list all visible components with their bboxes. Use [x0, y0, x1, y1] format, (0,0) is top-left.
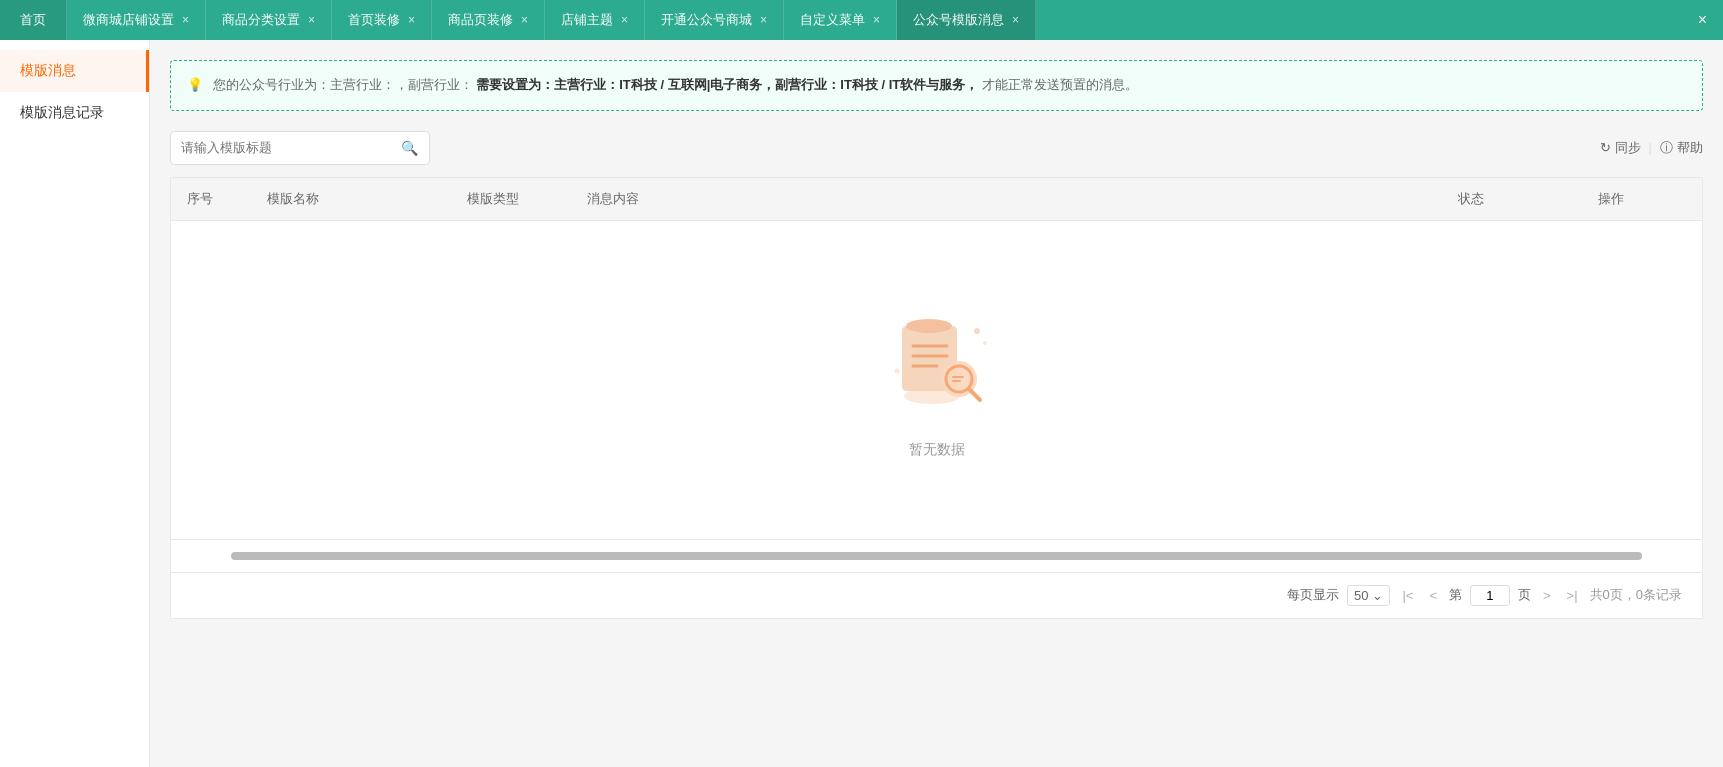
- total-info: 共0页，0条记录: [1590, 586, 1682, 604]
- main-layout: 模版消息 模版消息记录 💡 您的公众号行业为：主营行业：，副营行业： 需要设置为…: [0, 40, 1723, 767]
- global-close-button[interactable]: ×: [1682, 11, 1723, 29]
- prev-page-button[interactable]: <: [1425, 588, 1441, 603]
- right-actions: ↻ 同步 | ⓘ 帮助: [1600, 139, 1703, 157]
- nav-tab-custom-menu-label: 自定义菜单: [800, 11, 865, 29]
- nav-tab-home-decor-close[interactable]: ×: [408, 13, 415, 27]
- last-page-button[interactable]: >|: [1563, 588, 1582, 603]
- table-header-content: 消息内容: [571, 178, 1442, 220]
- nav-tab-shop-setting-close[interactable]: ×: [182, 13, 189, 27]
- svg-point-11: [983, 341, 987, 345]
- nav-tab-product-decor[interactable]: 商品页装修 ×: [432, 0, 545, 40]
- notice-suffix: 才能正常发送预置的消息。: [982, 77, 1138, 92]
- sync-button[interactable]: ↻ 同步: [1600, 139, 1641, 157]
- help-button[interactable]: ⓘ 帮助: [1660, 139, 1703, 157]
- table-header: 序号 模版名称 模版类型 消息内容 状态 操作: [171, 178, 1702, 221]
- pagination: 每页显示 50 ⌄ |< < 第 页 > >| 共0页，0条记录: [171, 572, 1702, 618]
- nav-tab-shop-theme-label: 店铺主题: [561, 11, 613, 29]
- nav-tab-home-decor[interactable]: 首页装修 ×: [332, 0, 432, 40]
- notice-highlight: 需要设置为：主营行业：IT科技 / 互联网|电子商务，副营行业：IT科技 / I…: [476, 77, 978, 92]
- nav-tab-home-label: 首页: [20, 11, 46, 29]
- sync-label: 同步: [1615, 139, 1641, 157]
- nav-tab-custom-menu[interactable]: 自定义菜单 ×: [784, 0, 897, 40]
- sidebar-item-template-record-label: 模版消息记录: [20, 104, 104, 120]
- svg-point-10: [974, 328, 980, 334]
- empty-text: 暂无数据: [909, 441, 965, 459]
- nav-tab-product-category[interactable]: 商品分类设置 ×: [206, 0, 332, 40]
- current-page-input[interactable]: [1470, 585, 1510, 606]
- nav-tab-shop-theme-close[interactable]: ×: [621, 13, 628, 27]
- nav-tab-open-mall-close[interactable]: ×: [760, 13, 767, 27]
- help-icon: ⓘ: [1660, 139, 1673, 157]
- nav-tab-shop-setting-label: 微商城店铺设置: [83, 11, 174, 29]
- scrollbar-area: [171, 539, 1702, 572]
- table-header-index: 序号: [171, 178, 251, 220]
- action-divider: |: [1649, 140, 1652, 155]
- empty-state: 暂无数据: [171, 221, 1702, 539]
- sidebar-item-template-message-label: 模版消息: [20, 62, 76, 78]
- search-bar: 🔍 ↻ 同步 | ⓘ 帮助: [170, 131, 1703, 165]
- help-label: 帮助: [1677, 139, 1703, 157]
- nav-tab-product-decor-label: 商品页装修: [448, 11, 513, 29]
- svg-point-12: [894, 368, 899, 373]
- nav-tab-template-msg-close[interactable]: ×: [1012, 13, 1019, 27]
- sidebar: 模版消息 模版消息记录: [0, 40, 150, 767]
- nav-tab-home-decor-label: 首页装修: [348, 11, 400, 29]
- empty-state-illustration: [877, 301, 997, 421]
- nav-tab-product-category-label: 商品分类设置: [222, 11, 300, 29]
- sidebar-item-template-message[interactable]: 模版消息: [0, 50, 149, 92]
- page-size-select[interactable]: 50 ⌄: [1347, 585, 1390, 606]
- nav-tab-shop-setting[interactable]: 微商城店铺设置 ×: [67, 0, 206, 40]
- page-size-chevron-icon: ⌄: [1372, 588, 1383, 603]
- page-size-label: 每页显示: [1287, 586, 1339, 604]
- nav-tab-template-msg[interactable]: 公众号模版消息 ×: [897, 0, 1036, 40]
- svg-point-1: [906, 319, 952, 333]
- nav-tab-custom-menu-close[interactable]: ×: [873, 13, 880, 27]
- first-page-button[interactable]: |<: [1398, 588, 1417, 603]
- search-input[interactable]: [181, 140, 401, 155]
- search-input-wrap[interactable]: 🔍: [170, 131, 430, 165]
- svg-line-7: [969, 389, 980, 400]
- notice-icon: 💡: [187, 77, 203, 92]
- nav-tab-product-category-close[interactable]: ×: [308, 13, 315, 27]
- page-unit: 页: [1518, 586, 1531, 604]
- nav-tab-shop-theme[interactable]: 店铺主题 ×: [545, 0, 645, 40]
- nav-tab-open-mall[interactable]: 开通公众号商城 ×: [645, 0, 784, 40]
- page-prefix: 第: [1449, 586, 1462, 604]
- table-header-status: 状态: [1442, 178, 1582, 220]
- nav-tab-product-decor-close[interactable]: ×: [521, 13, 528, 27]
- notice-banner: 💡 您的公众号行业为：主营行业：，副营行业： 需要设置为：主营行业：IT科技 /…: [170, 60, 1703, 111]
- content-area: 💡 您的公众号行业为：主营行业：，副营行业： 需要设置为：主营行业：IT科技 /…: [150, 40, 1723, 767]
- search-icon[interactable]: 🔍: [401, 140, 418, 156]
- next-page-button[interactable]: >: [1539, 588, 1555, 603]
- top-navigation: 首页 微商城店铺设置 × 商品分类设置 × 首页装修 × 商品页装修 × 店铺主…: [0, 0, 1723, 40]
- horizontal-scrollbar[interactable]: [231, 552, 1642, 560]
- table-header-name: 模版名称: [251, 178, 451, 220]
- table-header-type: 模版类型: [451, 178, 571, 220]
- nav-tab-open-mall-label: 开通公众号商城: [661, 11, 752, 29]
- page-size-value: 50: [1354, 588, 1368, 603]
- data-table: 序号 模版名称 模版类型 消息内容 状态 操作: [170, 177, 1703, 619]
- notice-prefix: 您的公众号行业为：主营行业：，副营行业：: [213, 77, 473, 92]
- table-header-action: 操作: [1582, 178, 1702, 220]
- nav-tab-home[interactable]: 首页: [0, 0, 67, 40]
- sync-icon: ↻: [1600, 140, 1611, 155]
- sidebar-item-template-record[interactable]: 模版消息记录: [0, 92, 149, 134]
- nav-tab-template-msg-label: 公众号模版消息: [913, 11, 1004, 29]
